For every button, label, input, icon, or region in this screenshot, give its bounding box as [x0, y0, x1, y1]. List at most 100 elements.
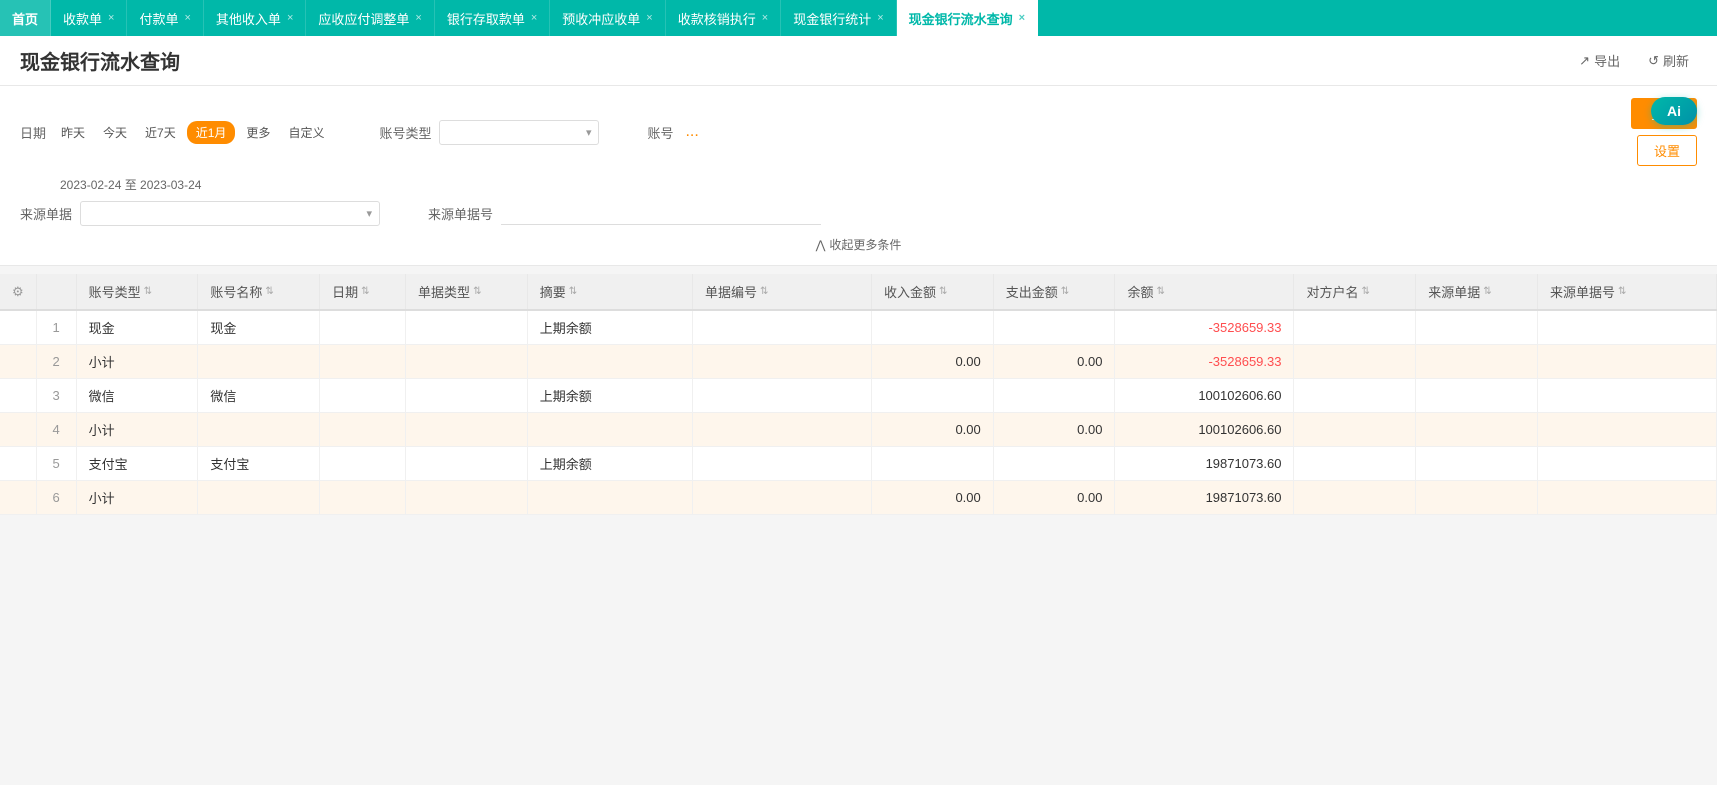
date-7days[interactable]: 近7天: [138, 121, 183, 144]
row-account-name: 微信: [198, 379, 320, 413]
settings-button[interactable]: 设置: [1637, 135, 1697, 166]
filter-row-2: 来源单据 来源单据号: [20, 201, 1697, 226]
nav-payments-close[interactable]: ×: [184, 12, 190, 24]
row-doc-type: [406, 447, 528, 481]
th-doc-type[interactable]: 单据类型 ⇅: [406, 274, 528, 310]
nav-home[interactable]: 首页: [0, 0, 51, 36]
filter-row-1: 日期 昨天 今天 近7天 近1月 更多 自定义 账号类型 现金 微信 支付宝 银…: [20, 98, 1697, 166]
nav-prepay[interactable]: 预收冲应收单 ×: [550, 0, 665, 36]
sort-doc-no-icon: ⇅: [760, 286, 768, 297]
th-counterpart[interactable]: 对方户名 ⇅: [1294, 274, 1416, 310]
ai-button[interactable]: Ai: [1651, 97, 1697, 125]
nav-bank-deposit-close[interactable]: ×: [531, 12, 537, 24]
date-1month[interactable]: 近1月: [187, 121, 236, 144]
sort-date-icon: ⇅: [361, 286, 369, 297]
sort-account-type-icon: ⇅: [144, 286, 152, 297]
date-more[interactable]: 更多: [239, 121, 277, 144]
row-expense: [993, 379, 1115, 413]
date-today[interactable]: 今天: [96, 121, 134, 144]
nav-payments[interactable]: 付款单 ×: [127, 0, 203, 36]
row-num: 1: [36, 310, 76, 345]
row-balance: -3528659.33: [1115, 345, 1294, 379]
table-row[interactable]: 3 微信 微信 上期余额 100102606.60: [0, 379, 1717, 413]
nav-adjustment[interactable]: 应收应付调整单 ×: [306, 0, 434, 36]
table-row[interactable]: 4 小计 0.00 0.00 100102606.60: [0, 413, 1717, 447]
nav-bank-deposit[interactable]: 银行存取款单 ×: [435, 0, 550, 36]
th-gear[interactable]: ⚙: [0, 274, 36, 310]
nav-collection[interactable]: 收款核销执行 ×: [666, 0, 781, 36]
sort-doc-type-icon: ⇅: [473, 286, 481, 297]
row-counterpart: [1294, 447, 1416, 481]
nav-other-income[interactable]: 其他收入单 ×: [204, 0, 306, 36]
row-date: [320, 413, 406, 447]
row-account-name: [198, 345, 320, 379]
table-row[interactable]: 6 小计 0.00 0.00 19871073.60: [0, 481, 1717, 515]
row-counterpart: [1294, 481, 1416, 515]
th-doc-no[interactable]: 单据编号 ⇅: [693, 274, 872, 310]
row-doc-no: [693, 310, 872, 345]
row-account-type: 微信: [76, 379, 198, 413]
nav-prepay-close[interactable]: ×: [646, 12, 652, 24]
nav-bank-stats[interactable]: 现金银行统计 ×: [781, 0, 896, 36]
row-doc-no: [693, 379, 872, 413]
header-actions: ↗ 导出 ↺ 刷新: [1571, 47, 1697, 74]
nav-cash-flow[interactable]: 现金银行流水查询 ×: [897, 0, 1038, 36]
row-doc-type: [406, 310, 528, 345]
row-doc-no: [693, 345, 872, 379]
th-income[interactable]: 收入金额 ⇅: [872, 274, 994, 310]
refresh-button[interactable]: ↺ 刷新: [1640, 47, 1697, 74]
th-summary[interactable]: 摘要 ⇅: [527, 274, 692, 310]
table-row[interactable]: 2 小计 0.00 0.00 -3528659.33: [0, 345, 1717, 379]
nav-bank-deposit-label: 银行存取款单: [447, 9, 525, 28]
export-button[interactable]: ↗ 导出: [1571, 47, 1628, 74]
th-source-doc-no[interactable]: 来源单据号 ⇅: [1537, 274, 1716, 310]
nav-bank-stats-close[interactable]: ×: [877, 12, 883, 24]
source-doc-no-label: 来源单据号: [428, 204, 493, 223]
nav-cash-flow-close[interactable]: ×: [1019, 12, 1025, 24]
sort-source-doc-icon: ⇅: [1483, 286, 1491, 297]
row-income: 0.00: [872, 481, 994, 515]
th-balance[interactable]: 余额 ⇅: [1115, 274, 1294, 310]
nav-collection-close[interactable]: ×: [762, 12, 768, 24]
nav-other-income-close[interactable]: ×: [287, 12, 293, 24]
account-type-select[interactable]: 现金 微信 支付宝 银行: [439, 120, 599, 145]
account-dots-button[interactable]: ...: [681, 123, 702, 141]
row-gear: [0, 447, 36, 481]
nav-other-income-label: 其他收入单: [216, 9, 281, 28]
row-balance: 19871073.60: [1115, 481, 1294, 515]
nav-payments-label: 付款单: [139, 9, 178, 28]
row-summary: 上期余额: [527, 310, 692, 345]
date-custom[interactable]: 自定义: [281, 121, 331, 144]
row-num: 4: [36, 413, 76, 447]
row-source-doc-no: [1537, 379, 1716, 413]
row-account-type: 支付宝: [76, 447, 198, 481]
row-summary: 上期余额: [527, 447, 692, 481]
row-expense: 0.00: [993, 481, 1115, 515]
nav-receipts[interactable]: 收款单 ×: [51, 0, 127, 36]
account-type-select-wrapper: 现金 微信 支付宝 银行: [439, 120, 599, 145]
nav-receipts-close[interactable]: ×: [108, 12, 114, 24]
th-date[interactable]: 日期 ⇅: [320, 274, 406, 310]
date-yesterday[interactable]: 昨天: [54, 121, 92, 144]
row-expense: 0.00: [993, 413, 1115, 447]
th-num: [36, 274, 76, 310]
row-expense: 0.00: [993, 345, 1115, 379]
row-account-name: 现金: [198, 310, 320, 345]
th-expense[interactable]: 支出金额 ⇅: [993, 274, 1115, 310]
row-date: [320, 379, 406, 413]
collapse-button[interactable]: ⋀ 收起更多条件: [816, 236, 902, 253]
row-counterpart: [1294, 379, 1416, 413]
row-doc-no: [693, 481, 872, 515]
source-doc-no-input[interactable]: [501, 203, 821, 225]
th-account-name[interactable]: 账号名称 ⇅: [198, 274, 320, 310]
export-label: 导出: [1594, 51, 1620, 70]
th-source-doc[interactable]: 来源单据 ⇅: [1416, 274, 1538, 310]
account-filter-group: 账号 ...: [647, 123, 702, 142]
table-row[interactable]: 5 支付宝 支付宝 上期余额 19871073.60: [0, 447, 1717, 481]
source-doc-select[interactable]: [80, 201, 380, 226]
th-account-type[interactable]: 账号类型 ⇅: [76, 274, 198, 310]
row-num: 5: [36, 447, 76, 481]
table-row[interactable]: 1 现金 现金 上期余额 -3528659.33: [0, 310, 1717, 345]
nav-adjustment-close[interactable]: ×: [415, 12, 421, 24]
page-header: 现金银行流水查询 ↗ 导出 ↺ 刷新: [0, 36, 1717, 86]
